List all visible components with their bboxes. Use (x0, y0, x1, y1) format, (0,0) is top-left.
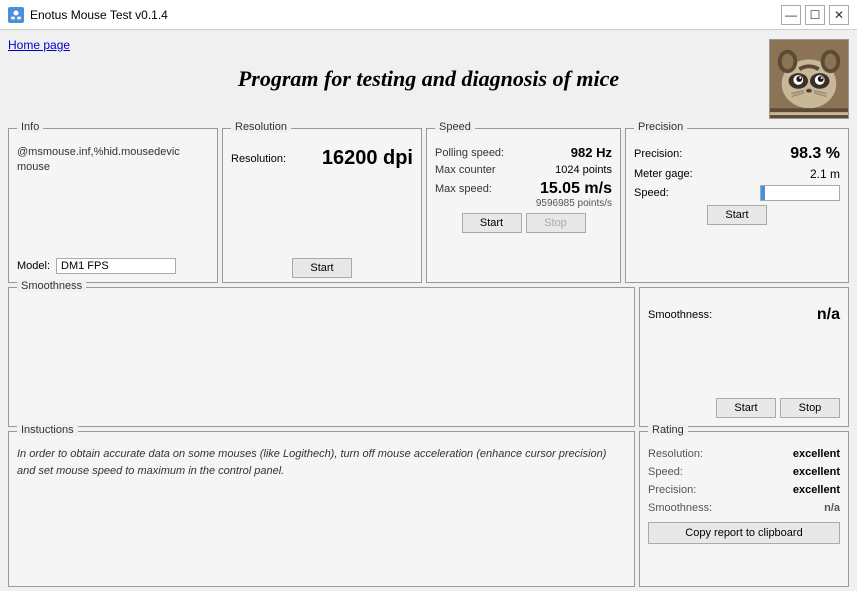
maximize-button[interactable]: ☐ (805, 5, 825, 25)
precision-start-button[interactable]: Start (707, 205, 767, 225)
title-bar-left: Enotus Mouse Test v0.1.4 (8, 7, 168, 23)
precision-btn-row: Start (634, 201, 840, 225)
resolution-label: Resolution: (231, 153, 286, 165)
header-row: Home page Program for testing and diagno… (8, 34, 849, 124)
resolution-value-row: Resolution: 16200 dpi (231, 147, 413, 170)
raccoon-image (769, 39, 849, 119)
smoothness-value: n/a (817, 306, 840, 324)
speed-start-button[interactable]: Start (462, 213, 522, 233)
precision-speed-label: Speed: (634, 187, 669, 199)
minimize-button[interactable]: — (781, 5, 801, 25)
rating-title: Rating (648, 424, 688, 436)
rating-precision-value: excellent (793, 484, 840, 496)
info-panel-title: Info (17, 121, 43, 133)
smoothness-value-row: Smoothness: n/a (648, 306, 840, 324)
model-row: Model: (17, 258, 176, 274)
speed-panel: Speed Polling speed: 982 Hz Max counter … (426, 128, 621, 283)
instructions-title: Instuctions (17, 424, 78, 436)
panels-row: Info @msmouse.inf,%hid.mousedevic mouse … (8, 128, 849, 283)
smoothness-label: Smoothness: (648, 309, 712, 321)
smoothness-start-button[interactable]: Start (716, 398, 776, 418)
max-speed-value: 15.05 m/s (540, 180, 612, 198)
speed-stop-button[interactable]: Stop (526, 213, 586, 233)
precision-label: Precision: (634, 148, 682, 160)
resolution-btn-row: Start (231, 254, 413, 278)
precision-panel-title: Precision (634, 121, 687, 133)
rating-precision-label: Precision: (648, 484, 696, 496)
polling-speed-value: 982 Hz (571, 145, 612, 160)
rating-smoothness-label: Smoothness: (648, 502, 712, 514)
rating-smoothness-value: n/a (824, 502, 840, 514)
precision-value-row: Precision: 98.3 % (634, 145, 840, 163)
speed-btn-row: Start Stop (435, 213, 612, 233)
info-text: @msmouse.inf,%hid.mousedevic mouse (17, 145, 209, 176)
rating-resolution-label: Resolution: (648, 448, 703, 460)
precision-speed-bar (760, 185, 840, 201)
rating-resolution-row: Resolution: excellent (648, 448, 840, 460)
max-counter-row: Max counter 1024 points (435, 164, 612, 176)
smoothness-row: Smoothness Smoothness: n/a Start Stop (8, 287, 849, 427)
copy-report-button[interactable]: Copy report to clipboard (648, 522, 840, 544)
instructions-panel: Instuctions In order to obtain accurate … (8, 431, 635, 587)
window-title: Enotus Mouse Test v0.1.4 (30, 8, 168, 22)
rating-panel: Rating Resolution: excellent Speed: exce… (639, 431, 849, 587)
model-label: Model: (17, 260, 50, 272)
title-bar-controls: — ☐ ✕ (781, 5, 849, 25)
model-input[interactable] (56, 258, 176, 274)
polling-speed-row: Polling speed: 982 Hz (435, 145, 612, 160)
speed-subvalue: 9596985 points/s (435, 198, 612, 209)
app-icon (8, 7, 24, 23)
rating-speed-label: Speed: (648, 466, 683, 478)
resolution-start-button[interactable]: Start (292, 258, 352, 278)
app-title: Program for testing and diagnosis of mic… (88, 66, 769, 92)
meter-gage-label: Meter gage: (634, 168, 693, 180)
title-bar: Enotus Mouse Test v0.1.4 — ☐ ✕ (0, 0, 857, 30)
close-button[interactable]: ✕ (829, 5, 849, 25)
max-speed-row: Max speed: 15.05 m/s (435, 180, 612, 198)
smoothness-main-panel: Smoothness (8, 287, 635, 427)
speed-panel-title: Speed (435, 121, 475, 133)
main-content: Home page Program for testing and diagno… (0, 30, 857, 591)
resolution-panel-title: Resolution (231, 121, 291, 133)
max-counter-label: Max counter (435, 164, 496, 176)
meter-gage-value: 2.1 m (810, 167, 840, 181)
home-link[interactable]: Home page (8, 38, 88, 52)
precision-speed-row: Speed: (634, 185, 840, 201)
max-speed-label: Max speed: (435, 183, 492, 195)
rating-precision-row: Precision: excellent (648, 484, 840, 496)
rating-speed-row: Speed: excellent (648, 466, 840, 478)
precision-speed-bar-fill (761, 186, 765, 200)
info-panel: Info @msmouse.inf,%hid.mousedevic mouse … (8, 128, 218, 283)
instructions-text: In order to obtain accurate data on some… (17, 446, 626, 479)
smoothness-right-panel: Smoothness: n/a Start Stop (639, 287, 849, 427)
bottom-row: Instuctions In order to obtain accurate … (8, 431, 849, 587)
max-counter-value: 1024 points (555, 164, 612, 176)
smoothness-btn-row: Start Stop (716, 394, 840, 418)
precision-value: 98.3 % (790, 145, 840, 163)
precision-panel: Precision Precision: 98.3 % Meter gage: … (625, 128, 849, 283)
meter-gage-row: Meter gage: 2.1 m (634, 167, 840, 181)
rating-resolution-value: excellent (793, 448, 840, 460)
polling-speed-label: Polling speed: (435, 147, 504, 159)
rating-speed-value: excellent (793, 466, 840, 478)
smoothness-main-title: Smoothness (17, 280, 86, 292)
smoothness-stop-button[interactable]: Stop (780, 398, 840, 418)
rating-smoothness-row: Smoothness: n/a (648, 502, 840, 514)
resolution-panel: Resolution Resolution: 16200 dpi Start (222, 128, 422, 283)
resolution-value: 16200 dpi (322, 147, 413, 170)
